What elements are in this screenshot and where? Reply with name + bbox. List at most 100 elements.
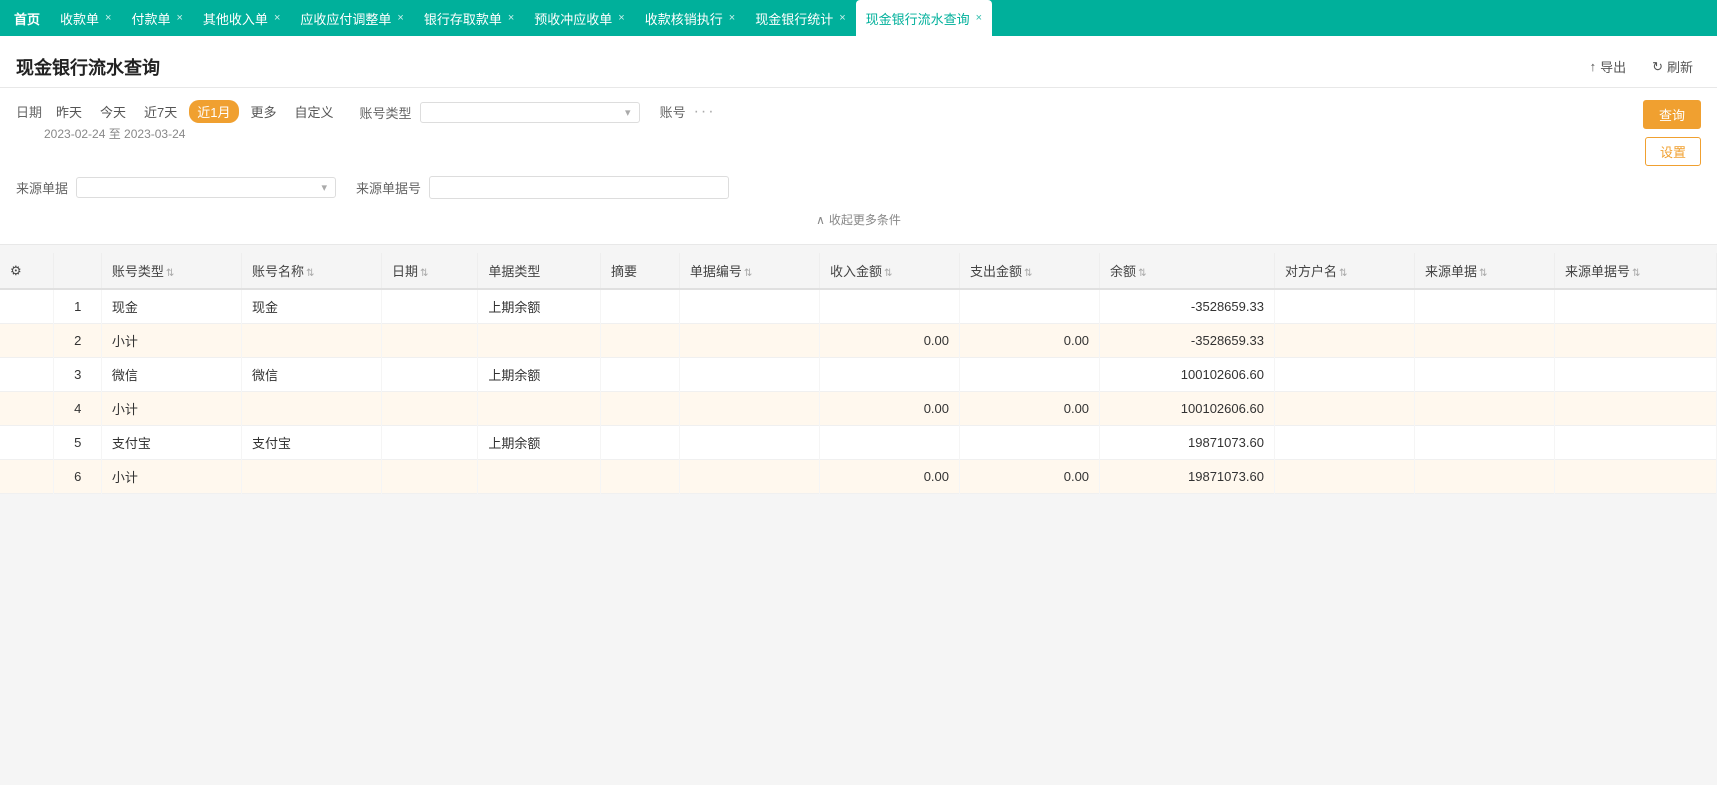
row-account-name: [241, 392, 381, 426]
collapse-icon: ∧: [816, 213, 825, 227]
row-income: [819, 426, 959, 460]
date-label: 日期: [16, 102, 42, 121]
col-header-income[interactable]: 收入金额⇅: [819, 253, 959, 289]
nav-tab-cash-bank-flow[interactable]: 现金银行流水查询×: [856, 0, 992, 36]
row-source-doc: [1414, 289, 1554, 324]
account-type-filter: 账号类型 ▾: [360, 102, 640, 123]
col-header-source_doc_no[interactable]: 来源单据号⇅: [1555, 253, 1717, 289]
row-source-doc: [1414, 426, 1554, 460]
row-balance: 100102606.60: [1100, 358, 1275, 392]
query-button[interactable]: 查询: [1643, 100, 1701, 129]
collapse-bar[interactable]: ∧ 收起更多条件: [16, 207, 1701, 232]
col-header-expense[interactable]: 支出金额⇅: [960, 253, 1100, 289]
row-source-doc-no: [1555, 460, 1717, 494]
nav-tab-close-icon[interactable]: ×: [508, 12, 514, 24]
account-ellipsis[interactable]: ···: [694, 103, 716, 121]
row-doc-no: [679, 358, 819, 392]
row-num: 6: [54, 460, 101, 494]
row-summary: [600, 460, 679, 494]
row-settings-cell: [0, 460, 54, 494]
row-account-name: 支付宝: [241, 426, 381, 460]
table-header: ⚙账号类型⇅账号名称⇅日期⇅单据类型摘要单据编号⇅收入金额⇅支出金额⇅余额⇅对方…: [0, 253, 1717, 289]
sort-icon-date: ⇅: [420, 268, 428, 279]
row-counterparty: [1274, 324, 1414, 358]
date-option-近1月[interactable]: 近1月: [189, 100, 238, 123]
source-doc-select[interactable]: ▾: [76, 177, 336, 198]
nav-tab-home[interactable]: 首页: [4, 0, 50, 36]
row-source-doc-no: [1555, 426, 1717, 460]
nav-tab-cash-bank-stats[interactable]: 现金银行统计×: [745, 0, 855, 36]
row-income: 0.00: [819, 460, 959, 494]
export-button[interactable]: ↑ 导出: [1582, 53, 1635, 80]
row-expense: [960, 358, 1100, 392]
source-doc-no-input[interactable]: [429, 176, 729, 199]
sort-icon-source_doc_no: ⇅: [1632, 268, 1640, 279]
account-type-select[interactable]: ▾: [420, 102, 640, 123]
filter-area: 日期 昨天今天近7天近1月更多自定义 2023-02-24 至 2023-03-…: [0, 88, 1717, 245]
row-date: [381, 324, 477, 358]
row-num: 3: [54, 358, 101, 392]
row-summary: [600, 324, 679, 358]
sort-icon-counterparty: ⇅: [1339, 268, 1347, 279]
row-counterparty: [1274, 358, 1414, 392]
row-date: [381, 358, 477, 392]
row-num: 5: [54, 426, 101, 460]
nav-tab-close-icon[interactable]: ×: [729, 12, 735, 24]
nav-tab-close-icon[interactable]: ×: [274, 12, 280, 24]
nav-tab-close-icon[interactable]: ×: [105, 12, 111, 24]
date-option-昨天[interactable]: 昨天: [50, 100, 88, 123]
nav-tab-advance-offset[interactable]: 预收冲应收单×: [524, 0, 634, 36]
nav-tab-close-icon[interactable]: ×: [839, 12, 845, 24]
refresh-button[interactable]: ↻ 刷新: [1644, 53, 1701, 80]
settings-col-icon[interactable]: ⚙: [10, 263, 22, 278]
col-header-account_type[interactable]: 账号类型⇅: [101, 253, 241, 289]
row-source-doc-no: [1555, 324, 1717, 358]
row-doc-no: [679, 289, 819, 324]
nav-tab-bank-deposit[interactable]: 银行存取款单×: [414, 0, 524, 36]
nav-tab-payment[interactable]: 付款单×: [121, 0, 192, 36]
row-income: [819, 289, 959, 324]
col-header-balance[interactable]: 余额⇅: [1100, 253, 1275, 289]
col-header-doc_no[interactable]: 单据编号⇅: [679, 253, 819, 289]
nav-tab-label: 收款核销执行: [645, 9, 723, 28]
row-balance: 100102606.60: [1100, 392, 1275, 426]
col-header-source_doc[interactable]: 来源单据⇅: [1414, 253, 1554, 289]
source-doc-no-filter: 来源单据号: [356, 176, 729, 199]
nav-tab-close-icon[interactable]: ×: [397, 12, 403, 24]
row-doc-type: [478, 460, 601, 494]
row-summary: [600, 426, 679, 460]
row-source-doc-no: [1555, 289, 1717, 324]
sort-icon-source_doc: ⇅: [1479, 268, 1487, 279]
settings-button[interactable]: 设置: [1645, 137, 1701, 166]
row-account-type: 支付宝: [101, 426, 241, 460]
row-source-doc: [1414, 358, 1554, 392]
row-doc-no: [679, 426, 819, 460]
col-header-account_name[interactable]: 账号名称⇅: [241, 253, 381, 289]
row-balance: -3528659.33: [1100, 289, 1275, 324]
row-account-name: [241, 324, 381, 358]
nav-tab-close-icon[interactable]: ×: [176, 12, 182, 24]
nav-tab-close-icon[interactable]: ×: [976, 12, 982, 24]
row-account-type: 小计: [101, 460, 241, 494]
col-header-settings: ⚙: [0, 253, 54, 289]
row-date: [381, 426, 477, 460]
data-table: ⚙账号类型⇅账号名称⇅日期⇅单据类型摘要单据编号⇅收入金额⇅支出金额⇅余额⇅对方…: [0, 253, 1717, 494]
nav-tab-close-icon[interactable]: ×: [618, 12, 624, 24]
nav-tab-other-income[interactable]: 其他收入单×: [193, 0, 290, 36]
row-expense: 0.00: [960, 460, 1100, 494]
source-doc-arrow-icon: ▾: [321, 181, 327, 194]
source-doc-filter: 来源单据 ▾: [16, 177, 336, 198]
nav-tab-receipt[interactable]: 收款单×: [50, 0, 121, 36]
date-option-近7天[interactable]: 近7天: [138, 100, 183, 123]
row-expense: 0.00: [960, 392, 1100, 426]
nav-tab-receivable-adjust[interactable]: 应收应付调整单×: [290, 0, 413, 36]
row-account-name: [241, 460, 381, 494]
date-option-自定义[interactable]: 自定义: [289, 100, 340, 123]
col-header-counterparty[interactable]: 对方户名⇅: [1274, 253, 1414, 289]
col-header-date[interactable]: 日期⇅: [381, 253, 477, 289]
date-option-更多[interactable]: 更多: [245, 100, 283, 123]
date-option-今天[interactable]: 今天: [94, 100, 132, 123]
nav-tab-collection-exec[interactable]: 收款核销执行 ×: [635, 0, 745, 36]
row-date: [381, 460, 477, 494]
row-expense: 0.00: [960, 324, 1100, 358]
